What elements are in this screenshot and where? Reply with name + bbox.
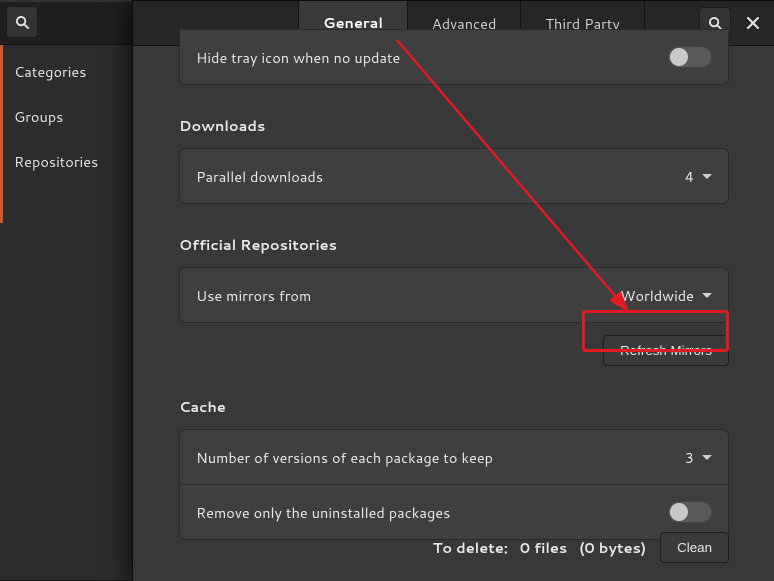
chevron-down-icon	[702, 293, 712, 298]
clean-button[interactable]: Clean	[660, 532, 729, 563]
chevron-down-icon	[702, 174, 712, 179]
versions-label: Number of versions of each package to ke…	[196, 447, 685, 468]
row-remove-uninstalled[interactable]: Remove only the uninstalled packages	[180, 484, 728, 539]
parallel-downloads-label: Parallel downloads	[196, 166, 685, 187]
remove-uninstalled-switch[interactable]	[668, 501, 712, 523]
sidebar-item-categories[interactable]: Categories	[0, 49, 132, 94]
to-delete-prefix: To delete:	[433, 537, 508, 558]
sidebar-item-repositories[interactable]: Repositories	[0, 139, 132, 184]
section-title-cache: Cache	[179, 396, 729, 417]
sidebar-item-groups[interactable]: Groups	[0, 94, 132, 139]
close-icon	[747, 17, 759, 29]
row-use-mirrors-from[interactable]: Use mirrors from Worldwide	[180, 268, 728, 322]
preferences-dialog: General Advanced Third Party Hid	[132, 0, 774, 581]
panel-cache: Number of versions of each package to ke…	[179, 429, 729, 540]
versions-value: 3	[685, 447, 694, 468]
refresh-mirrors-button[interactable]: Refresh Mirrors	[603, 335, 729, 366]
panel-official-repos: Use mirrors from Worldwide	[179, 267, 729, 323]
official-repos-actions: Refresh Mirrors	[179, 335, 729, 366]
switch-knob	[670, 503, 688, 521]
switch-knob	[670, 48, 688, 66]
search-icon	[15, 15, 30, 30]
parallel-downloads-value: 4	[685, 166, 694, 187]
background-window-sidebar: Categories Groups Repositories	[0, 0, 133, 580]
search-button[interactable]	[6, 6, 38, 38]
section-title-official-repos: Official Repositories	[179, 234, 729, 255]
use-mirrors-value: Worldwide	[620, 285, 694, 306]
use-mirrors-label: Use mirrors from	[196, 285, 620, 306]
dialog-body: Hide tray icon when no update Downloads …	[133, 29, 774, 581]
chevron-down-icon	[702, 455, 712, 460]
background-window-header	[0, 0, 132, 45]
row-parallel-downloads[interactable]: Parallel downloads 4	[180, 149, 728, 203]
top-partial-panel: Hide tray icon when no update	[179, 29, 729, 85]
to-delete-status: To delete: 0 files (0 bytes)	[433, 537, 646, 558]
panel-downloads: Parallel downloads 4	[179, 148, 729, 204]
hide-tray-switch[interactable]	[668, 46, 712, 68]
sidebar-accent	[0, 45, 3, 223]
row-versions-to-keep[interactable]: Number of versions of each package to ke…	[180, 430, 728, 484]
remove-uninstalled-label: Remove only the uninstalled packages	[196, 502, 668, 523]
sidebar-items: Categories Groups Repositories	[0, 45, 132, 184]
section-title-downloads: Downloads	[179, 115, 729, 136]
to-delete-files: 0 files	[520, 537, 567, 558]
hide-tray-label: Hide tray icon when no update	[196, 47, 668, 68]
row-hide-tray-icon[interactable]: Hide tray icon when no update	[180, 30, 728, 84]
cache-footer: To delete: 0 files (0 bytes) Clean	[179, 532, 729, 563]
to-delete-bytes: (0 bytes)	[579, 537, 646, 558]
